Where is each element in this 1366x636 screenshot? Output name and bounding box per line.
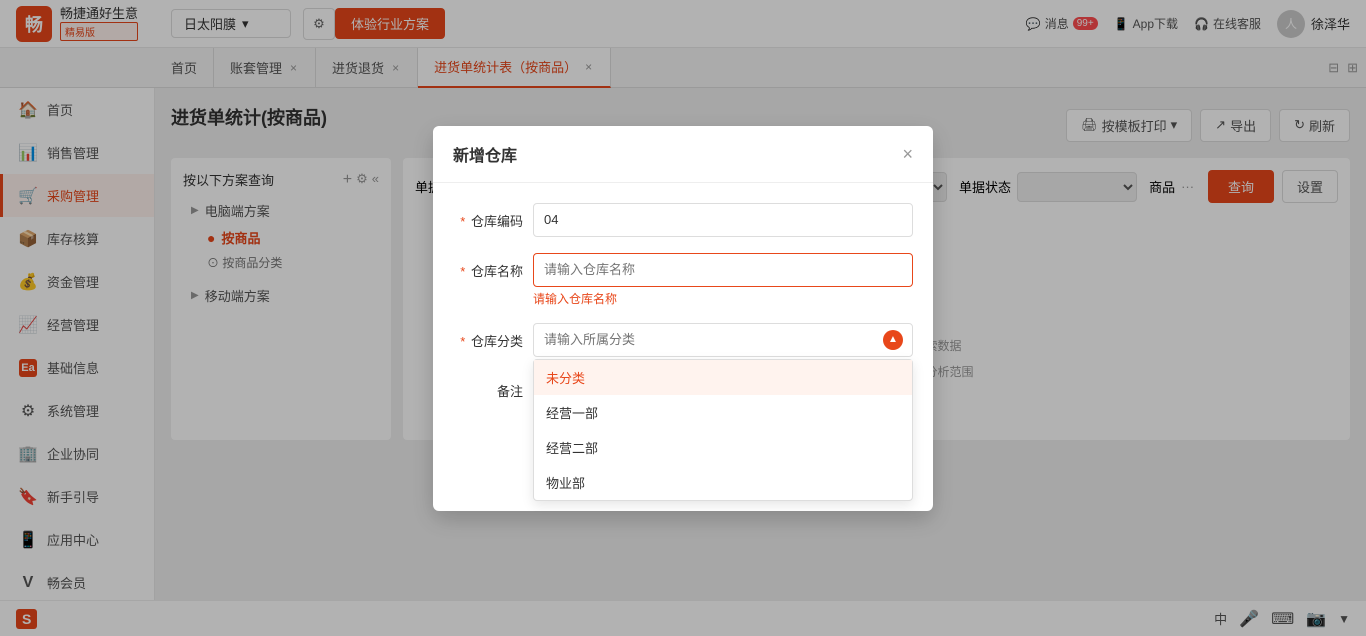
modal-overlay[interactable]: 新增仓库 × * 仓库编码 * 仓库名称 [0,0,1366,636]
notes-label: 备注 [453,373,533,400]
modal-body: * 仓库编码 * 仓库名称 请输入仓库名称 [433,183,933,443]
code-label-text: 仓库编码 [471,214,523,229]
name-required-star: * [460,264,465,279]
dropdown-item-uncategorized[interactable]: 未分类 [534,360,912,395]
form-row-code: * 仓库编码 [453,203,913,237]
form-row-name: * 仓库名称 请输入仓库名称 [453,253,913,307]
modal-title: 新增仓库 [453,142,517,166]
category-dropdown-list: 未分类 经营一部 经营二部 物业部 [533,359,913,501]
category-label-text: 仓库分类 [471,334,523,349]
category-input[interactable] [533,323,913,357]
notes-label-text: 备注 [497,384,523,399]
category-required-star: * [460,334,465,349]
modal-new-warehouse: 新增仓库 × * 仓库编码 * 仓库名称 [433,126,933,511]
name-error-msg: 请输入仓库名称 [533,290,913,307]
name-input[interactable] [533,253,913,287]
category-field: ▲ 未分类 经营一部 经营二部 物业部 [533,323,913,357]
category-dropdown-arrow[interactable]: ▲ [883,330,903,350]
dropdown-item-property[interactable]: 物业部 [534,465,912,500]
modal-header: 新增仓库 × [433,126,933,183]
modal-close-button[interactable]: × [902,145,913,163]
code-label: * 仓库编码 [453,203,533,230]
dropdown-item-ops2[interactable]: 经营二部 [534,430,912,465]
category-label: * 仓库分类 [453,323,533,350]
code-input[interactable] [533,203,913,237]
name-label-text: 仓库名称 [471,264,523,279]
code-field [533,203,913,237]
form-row-category: * 仓库分类 ▲ 未分类 经营一部 经营二部 物业部 [453,323,913,357]
dropdown-item-ops1[interactable]: 经营一部 [534,395,912,430]
name-label: * 仓库名称 [453,253,533,280]
code-required-star: * [460,214,465,229]
name-field: 请输入仓库名称 [533,253,913,307]
